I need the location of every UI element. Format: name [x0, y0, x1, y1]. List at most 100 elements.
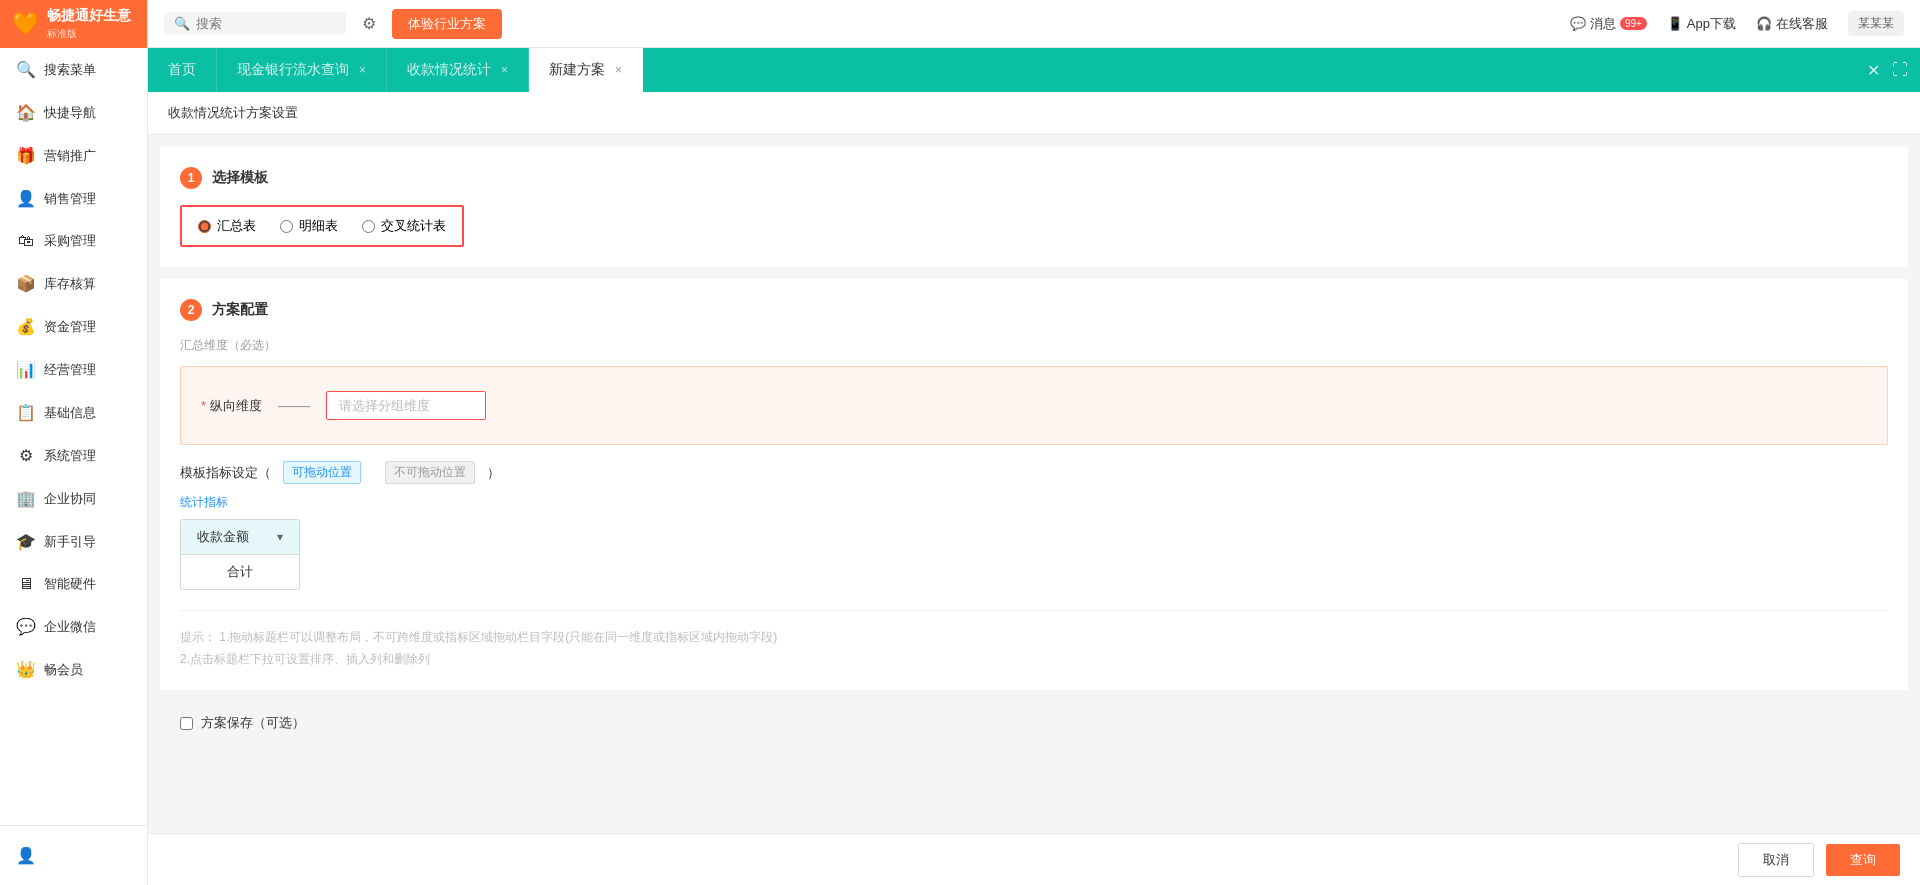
sidebar-item-smart-hardware[interactable]: 🖥智能硬件 — [0, 563, 147, 605]
radio-crosstab-input[interactable] — [362, 220, 375, 233]
service-icon: 🎧 — [1756, 16, 1772, 31]
topbar: 🔍 ⚙ 体验行业方案 💬 消息 99+ 📱 App下载 🎧 在线客服 某某某 — [148, 0, 1920, 48]
radio-detail-label: 明细表 — [299, 217, 338, 235]
trial-button[interactable]: 体验行业方案 — [392, 9, 502, 39]
bottom-icon1: 👤 — [16, 846, 36, 865]
sidebar-label-finance: 资金管理 — [44, 318, 96, 336]
radio-detail-input[interactable] — [280, 220, 293, 233]
sidebar-label-system: 系统管理 — [44, 447, 96, 465]
sidebar-label-sales: 销售管理 — [44, 190, 96, 208]
draggable-badge: 可拖动位置 — [283, 461, 361, 484]
logo-version: 标准版 — [47, 27, 131, 41]
sidebar-item-sales[interactable]: 👤销售管理 — [0, 177, 147, 220]
save-checkbox[interactable] — [180, 717, 193, 730]
tab-label-collection-stats: 收款情况统计 — [407, 61, 491, 79]
sidebar-label-member: 畅会员 — [44, 661, 83, 679]
sidebar-item-search-menu[interactable]: 🔍 搜索菜单 — [0, 48, 147, 91]
tip2: 2.点击标题栏下拉可设置排序、插入列和删除列 — [180, 649, 1888, 671]
radio-detail[interactable]: 明细表 — [280, 217, 338, 235]
indicator-cell-total: 合计 — [181, 555, 299, 589]
sidebar-label-basic-info: 基础信息 — [44, 404, 96, 422]
radio-crosstab[interactable]: 交叉统计表 — [362, 217, 446, 235]
dimension-select[interactable]: 请选择分组维度 — [326, 391, 486, 420]
message-label: 消息 — [1590, 15, 1616, 33]
sidebar-item-basic-info[interactable]: 📋 基础信息 — [0, 391, 147, 434]
tab-collection-stats[interactable]: 收款情况统计 × — [387, 48, 529, 92]
dimension-section-label: 汇总维度（必选） — [180, 337, 1888, 354]
tab-close-collection-stats[interactable]: × — [501, 63, 508, 77]
dimension-row: * 纵向维度 —— 请选择分组维度 — [201, 391, 1867, 420]
sidebar-item-enterprise[interactable]: 🏢 企业协同 — [0, 477, 147, 520]
settings-icon[interactable]: ⚙ — [362, 14, 376, 33]
indicator-group-label: 统计指标 — [180, 494, 1888, 511]
online-service-button[interactable]: 🎧 在线客服 — [1756, 15, 1828, 33]
online-service-label: 在线客服 — [1776, 15, 1828, 33]
sidebar-item-newbie[interactable]: 🎓新手引导 — [0, 520, 147, 563]
user-name: 某某某 — [1858, 16, 1894, 30]
radio-summary-input[interactable] — [198, 220, 211, 233]
search-box[interactable]: 🔍 — [164, 12, 346, 35]
tab-label-new-plan: 新建方案 — [549, 61, 605, 79]
indicator-header[interactable]: 收款金额 ▾ — [181, 520, 299, 555]
basic-info-icon: 📋 — [16, 403, 36, 422]
dimension-label-text: 汇总维度（必选） — [180, 338, 276, 352]
vertical-label-text: 纵向维度 — [210, 397, 262, 415]
save-label[interactable]: 方案保存（可选） — [201, 714, 305, 732]
step1-title: 选择模板 — [212, 169, 268, 187]
app-icon: 📱 — [1667, 16, 1683, 31]
indicator-label: 模板指标设定（ 可拖动位置 不可拖动位置 ） — [180, 461, 1888, 484]
cancel-button[interactable]: 取消 — [1738, 843, 1814, 877]
sidebar-logo: 🧡 畅捷通好生意 标准版 — [0, 0, 147, 48]
tab-close-new-plan[interactable]: × — [615, 63, 622, 77]
step2-title: 方案配置 — [212, 301, 268, 319]
sidebar-item-enterprise-wechat[interactable]: 💬企业微信 — [0, 605, 147, 648]
radio-crosstab-label: 交叉统计表 — [381, 217, 446, 235]
query-button[interactable]: 查询 — [1826, 844, 1900, 876]
sidebar-item-operations[interactable]: 📊经营管理 — [0, 348, 147, 391]
sidebar-item-bottom1[interactable]: 👤 — [0, 834, 147, 877]
indicator-label-prefix: 模板指标设定（ — [180, 464, 271, 482]
sidebar-label-newbie: 新手引导 — [44, 533, 96, 551]
user-info[interactable]: 某某某 — [1848, 11, 1904, 36]
logo-icon: 🧡 — [12, 11, 39, 37]
sidebar-item-quick-nav[interactable]: 🏠快捷导航 — [0, 91, 147, 134]
indicator-table: 收款金额 ▾ 合计 — [180, 519, 300, 590]
tab-label-home: 首页 — [168, 61, 196, 79]
page-title: 收款情况统计方案设置 — [148, 92, 1920, 135]
step2-number: 2 — [180, 299, 202, 321]
search-input[interactable] — [196, 16, 336, 31]
sidebar-item-marketing[interactable]: 🎁营销推广 — [0, 134, 147, 177]
message-badge: 99+ — [1620, 17, 1647, 30]
sidebar-item-inventory[interactable]: 📦库存核算 — [0, 262, 147, 305]
sidebar-item-purchase[interactable]: 🛍采购管理 — [0, 220, 147, 262]
sidebar-item-member[interactable]: 👑畅会员 — [0, 648, 147, 691]
tab-new-plan[interactable]: 新建方案 × — [529, 48, 643, 92]
message-button[interactable]: 💬 消息 99+ — [1570, 15, 1647, 33]
dimension-area: * 纵向维度 —— 请选择分组维度 — [180, 366, 1888, 445]
search-menu-icon: 🔍 — [16, 60, 36, 79]
indicator-label-suffix: ） — [487, 464, 500, 482]
close-all-icon[interactable]: ✕ — [1867, 61, 1880, 80]
tip1: 提示： 1.拖动标题栏可以调整布局，不可跨维度或指标区域拖动栏目字段(只能在同一… — [180, 627, 1888, 649]
sidebar-label-enterprise: 企业协同 — [44, 490, 96, 508]
marketing-icon: 🎁 — [16, 146, 36, 165]
finance-icon: 💰 — [16, 317, 36, 336]
topbar-right: 💬 消息 99+ 📱 App下载 🎧 在线客服 某某某 — [1570, 11, 1904, 36]
sidebar-label-search-menu: 搜索菜单 — [44, 61, 96, 79]
indicator-dropdown-icon[interactable]: ▾ — [277, 530, 283, 544]
footer-save: 方案保存（可选） — [160, 702, 1908, 744]
app-download-label: App下载 — [1687, 15, 1736, 33]
sidebar-item-finance[interactable]: 💰 资金管理 — [0, 305, 147, 348]
expand-icon[interactable]: ⛶ — [1892, 61, 1908, 79]
tab-bank-flow[interactable]: 现金银行流水查询× — [217, 48, 387, 92]
tab-close-bank-flow[interactable]: × — [359, 63, 366, 77]
bottom-action-bar: 取消 查询 — [148, 833, 1920, 885]
app-download-button[interactable]: 📱 App下载 — [1667, 15, 1736, 33]
tab-home[interactable]: 首页 — [148, 48, 217, 92]
content-area: 收款情况统计方案设置 1 选择模板 汇总表 明细表 交叉统计表 — [148, 92, 1920, 833]
enterprise-icon: 🏢 — [16, 489, 36, 508]
radio-summary[interactable]: 汇总表 — [198, 217, 256, 235]
sidebar-item-system[interactable]: ⚙系统管理 — [0, 434, 147, 477]
tips-area: 提示： 1.拖动标题栏可以调整布局，不可跨维度或指标区域拖动栏目字段(只能在同一… — [180, 610, 1888, 670]
template-options: 汇总表 明细表 交叉统计表 — [180, 205, 464, 247]
